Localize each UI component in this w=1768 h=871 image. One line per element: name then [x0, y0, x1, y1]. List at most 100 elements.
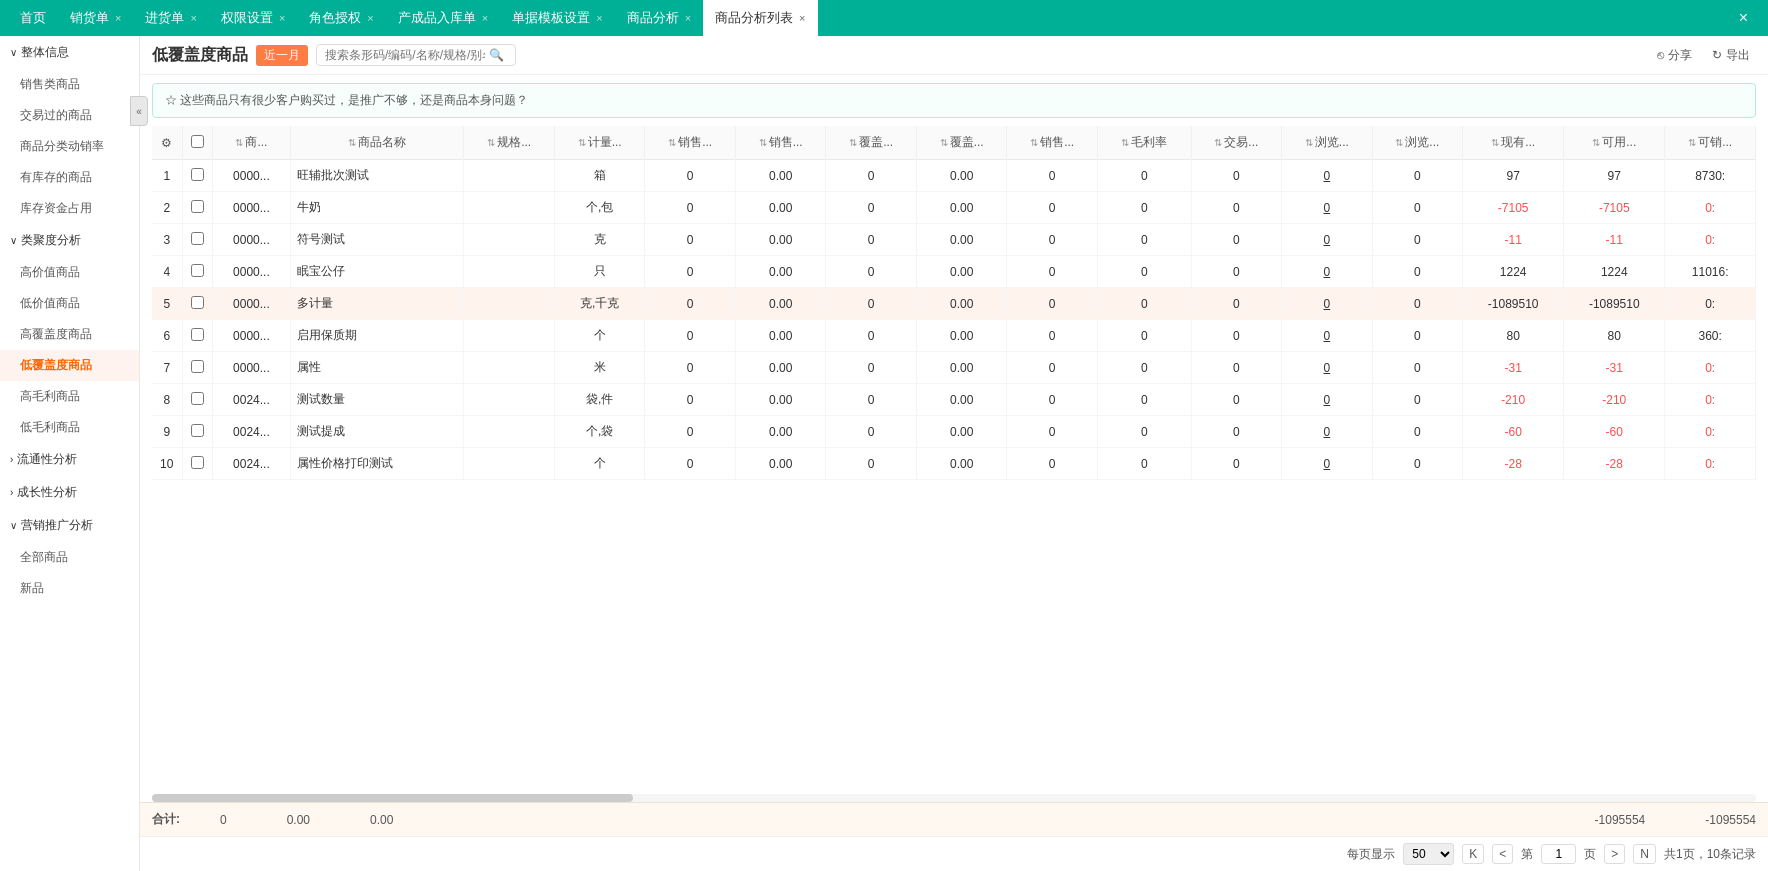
- row-checkbox-cell[interactable]: [182, 192, 212, 224]
- close-icon[interactable]: ×: [279, 12, 285, 24]
- sidebar-item-capital[interactable]: 库存资金占用: [0, 193, 139, 224]
- nav-sales-order[interactable]: 销货单 ×: [58, 0, 133, 36]
- nav-purchase-order[interactable]: 进货单 ×: [133, 0, 208, 36]
- nav-product-analysis-list[interactable]: 商品分析列表 ×: [703, 0, 817, 36]
- browse-link[interactable]: 0: [1323, 233, 1330, 247]
- sidebar-item-high-margin[interactable]: 高毛利商品: [0, 381, 139, 412]
- row-checkbox-cell[interactable]: [182, 448, 212, 480]
- col-sales-amt[interactable]: ⇅销售...: [735, 126, 826, 160]
- col-browse1[interactable]: ⇅浏览...: [1282, 126, 1373, 160]
- close-icon[interactable]: ×: [596, 12, 602, 24]
- row-checkbox[interactable]: [191, 392, 204, 405]
- col-browse2[interactable]: ⇅浏览...: [1372, 126, 1463, 160]
- col-saleable[interactable]: ⇅可销...: [1665, 126, 1756, 160]
- sidebar-section-liquidity[interactable]: › 流通性分析: [0, 443, 139, 476]
- sidebar-section-overview[interactable]: ∨ 整体信息: [0, 36, 139, 69]
- row-checkbox[interactable]: [191, 168, 204, 181]
- page-size-select[interactable]: 50 100 200: [1403, 843, 1454, 865]
- row-checkbox[interactable]: [191, 232, 204, 245]
- browse-link[interactable]: 0: [1323, 265, 1330, 279]
- first-page-button[interactable]: K: [1462, 844, 1484, 864]
- prev-page-button[interactable]: <: [1492, 844, 1513, 864]
- col-name[interactable]: ⇅商品名称: [291, 126, 464, 160]
- period-button[interactable]: 近一月: [256, 45, 308, 66]
- last-page-button[interactable]: N: [1633, 844, 1656, 864]
- col-coverage-qty[interactable]: ⇅覆盖...: [826, 126, 917, 160]
- close-icon[interactable]: ×: [799, 12, 805, 24]
- col-margin[interactable]: ⇅毛利率: [1097, 126, 1191, 160]
- row-checkbox-cell[interactable]: [182, 160, 212, 192]
- row-checkbox-cell[interactable]: [182, 416, 212, 448]
- close-icon[interactable]: ×: [482, 12, 488, 24]
- nav-product-warehouse[interactable]: 产成品入库单 ×: [386, 0, 500, 36]
- sidebar-item-stock-products[interactable]: 有库存的商品: [0, 162, 139, 193]
- row-checkbox-cell[interactable]: [182, 352, 212, 384]
- sidebar-item-high-coverage[interactable]: 高覆盖度商品: [0, 319, 139, 350]
- col-available[interactable]: ⇅可用...: [1564, 126, 1665, 160]
- col-unit[interactable]: ⇅计量...: [554, 126, 645, 160]
- nav-product-analysis[interactable]: 商品分析 ×: [615, 0, 703, 36]
- nav-permission[interactable]: 权限设置 ×: [209, 0, 297, 36]
- sidebar-item-low-coverage[interactable]: 低覆盖度商品: [0, 350, 139, 381]
- col-current[interactable]: ⇅现有...: [1463, 126, 1564, 160]
- col-code[interactable]: ⇅商...: [212, 126, 291, 160]
- row-checkbox[interactable]: [191, 200, 204, 213]
- col-checkbox[interactable]: [182, 126, 212, 160]
- row-checkbox[interactable]: [191, 360, 204, 373]
- close-icon[interactable]: ×: [367, 12, 373, 24]
- browse-link[interactable]: 0: [1323, 393, 1330, 407]
- sidebar-section-marketing[interactable]: ∨ 营销推广分析: [0, 509, 139, 542]
- col-spec[interactable]: ⇅规格...: [464, 126, 555, 160]
- row-coverage-qty: 0: [826, 288, 917, 320]
- sidebar-item-new-products[interactable]: 新品: [0, 573, 139, 604]
- page-number-input[interactable]: [1541, 844, 1576, 864]
- browse-link[interactable]: 0: [1323, 201, 1330, 215]
- row-checkbox-cell[interactable]: [182, 288, 212, 320]
- nav-home[interactable]: 首页: [8, 0, 58, 36]
- browse-link[interactable]: 0: [1323, 297, 1330, 311]
- sidebar-item-sales-products[interactable]: 销售类商品: [0, 69, 139, 100]
- col-sales-num[interactable]: ⇅销售...: [1007, 126, 1098, 160]
- row-checkbox[interactable]: [191, 424, 204, 437]
- browse-link[interactable]: 0: [1323, 457, 1330, 471]
- row-checkbox-cell[interactable]: [182, 320, 212, 352]
- row-checkbox[interactable]: [191, 328, 204, 341]
- sidebar-collapse-button[interactable]: «: [130, 96, 148, 126]
- row-checkbox-cell[interactable]: [182, 384, 212, 416]
- search-icon[interactable]: 🔍: [489, 48, 504, 62]
- row-checkbox[interactable]: [191, 456, 204, 469]
- row-checkbox[interactable]: [191, 264, 204, 277]
- sidebar-item-all-products[interactable]: 全部商品: [0, 542, 139, 573]
- search-input[interactable]: [325, 48, 485, 62]
- sidebar-item-low-margin[interactable]: 低毛利商品: [0, 412, 139, 443]
- window-close-button[interactable]: ×: [1727, 9, 1760, 27]
- sidebar-section-cluster[interactable]: ∨ 类聚度分析: [0, 224, 139, 257]
- browse-link[interactable]: 0: [1323, 425, 1330, 439]
- nav-role-auth[interactable]: 角色授权 ×: [297, 0, 385, 36]
- row-checkbox[interactable]: [191, 296, 204, 309]
- browse-link[interactable]: 0: [1323, 169, 1330, 183]
- col-sales-qty[interactable]: ⇅销售...: [645, 126, 736, 160]
- share-button[interactable]: ⎋ 分享: [1651, 47, 1698, 64]
- scrollbar-thumb[interactable]: [152, 794, 633, 802]
- close-icon[interactable]: ×: [190, 12, 196, 24]
- sidebar-item-low-value[interactable]: 低价值商品: [0, 288, 139, 319]
- browse-link[interactable]: 0: [1323, 329, 1330, 343]
- select-all-checkbox[interactable]: [191, 135, 204, 148]
- sidebar-section-growth[interactable]: › 成长性分析: [0, 476, 139, 509]
- row-checkbox-cell[interactable]: [182, 224, 212, 256]
- sidebar-item-category-rate[interactable]: 商品分类动销率: [0, 131, 139, 162]
- sidebar-item-high-value[interactable]: 高价值商品: [0, 257, 139, 288]
- export-button[interactable]: ↻ 导出: [1706, 47, 1756, 64]
- col-trade[interactable]: ⇅交易...: [1191, 126, 1282, 160]
- row-checkbox-cell[interactable]: [182, 256, 212, 288]
- horizontal-scrollbar[interactable]: [152, 794, 1756, 802]
- close-icon[interactable]: ×: [685, 12, 691, 24]
- col-settings[interactable]: ⚙: [152, 126, 182, 160]
- col-coverage-rate[interactable]: ⇅覆盖...: [916, 126, 1007, 160]
- browse-link[interactable]: 0: [1323, 361, 1330, 375]
- sidebar-item-traded-products[interactable]: 交易过的商品: [0, 100, 139, 131]
- next-page-button[interactable]: >: [1604, 844, 1625, 864]
- nav-template-setting[interactable]: 单据模板设置 ×: [500, 0, 614, 36]
- close-icon[interactable]: ×: [115, 12, 121, 24]
